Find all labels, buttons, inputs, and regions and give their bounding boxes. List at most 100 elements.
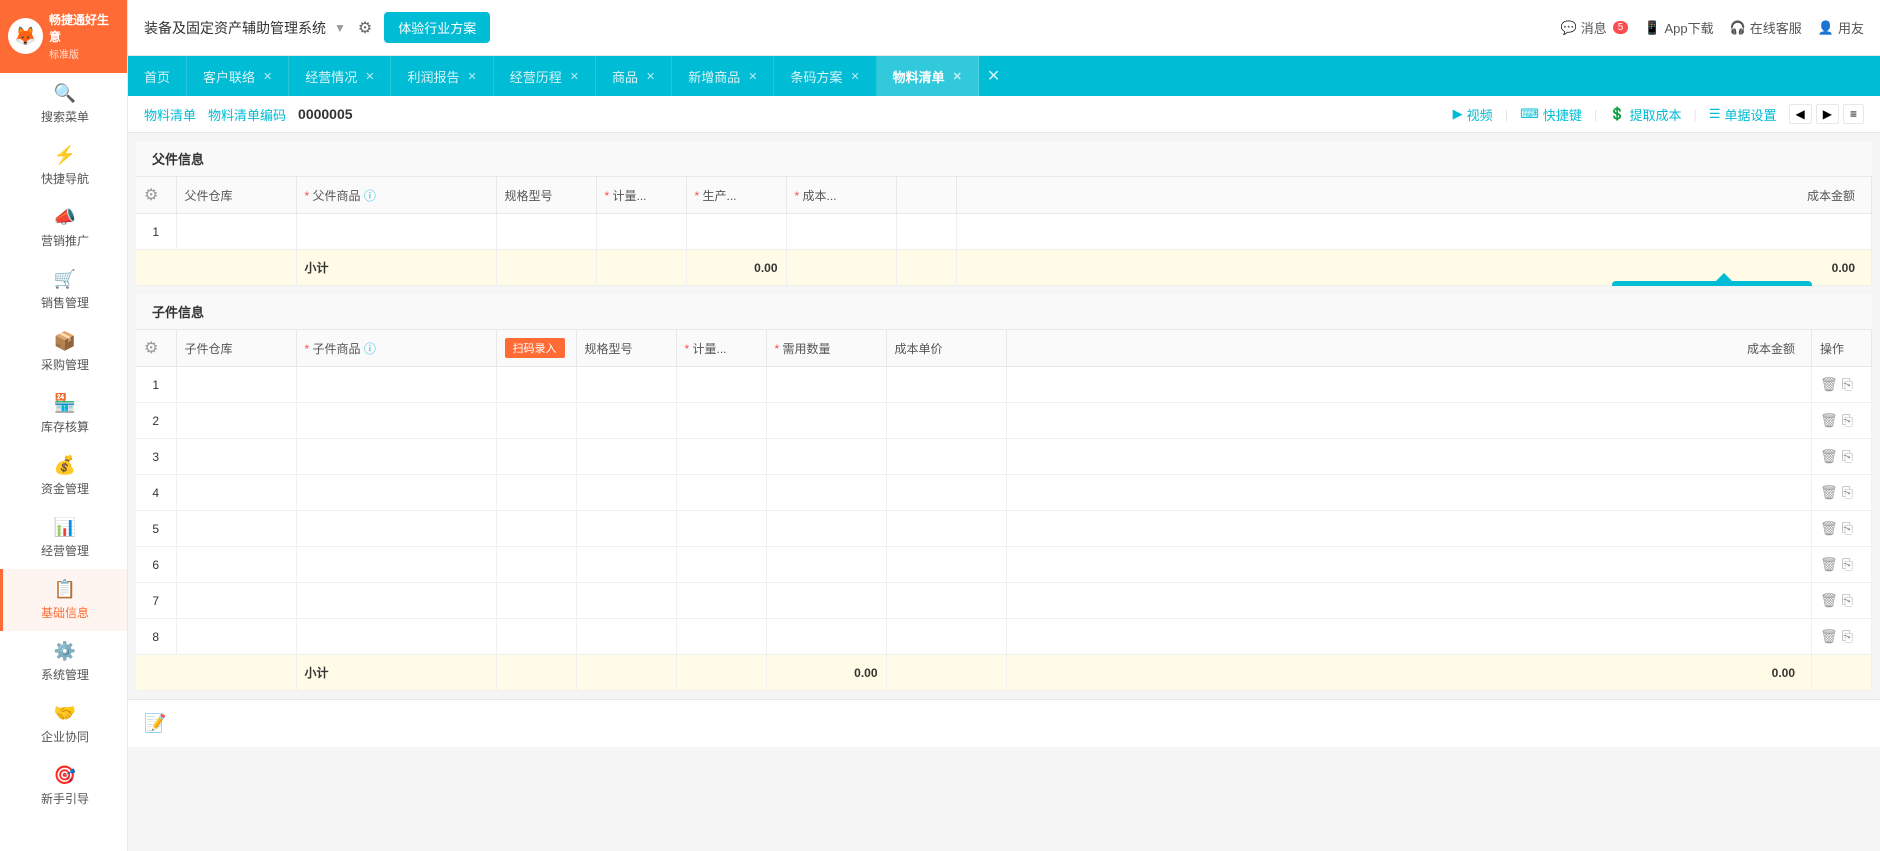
tooltip-close-button[interactable]: ✕ bbox=[1796, 285, 1806, 286]
sidebar-item-system[interactable]: ⚙️ 系统管理 bbox=[0, 631, 127, 693]
delete-row-button-8[interactable]: 🗑 bbox=[1820, 628, 1838, 645]
copy-row-button-4[interactable]: ⎘ bbox=[1842, 484, 1853, 501]
child-product-cell-2[interactable] bbox=[296, 403, 496, 439]
online-service-button[interactable]: 🎧 在线客服 bbox=[1730, 18, 1802, 37]
copy-row-button-7[interactable]: ⎘ bbox=[1842, 592, 1853, 609]
tab-product-close[interactable]: ✕ bbox=[646, 70, 655, 83]
parent-spec-cell[interactable] bbox=[496, 214, 596, 250]
copy-row-button-8[interactable]: ⎘ bbox=[1842, 628, 1853, 645]
child-spec-cell-2[interactable] bbox=[576, 403, 676, 439]
sidebar-item-basic[interactable]: 📋 基础信息 bbox=[0, 569, 127, 631]
child-unit-cell-4[interactable] bbox=[676, 475, 766, 511]
child-spec-cell-4[interactable] bbox=[576, 475, 676, 511]
parent-product-cell[interactable] bbox=[296, 214, 496, 250]
child-warehouse-cell-4[interactable] bbox=[176, 475, 296, 511]
delete-row-button-7[interactable]: 🗑 bbox=[1820, 592, 1838, 609]
child-product-cell-1[interactable] bbox=[296, 367, 496, 403]
child-product-cell-8[interactable] bbox=[296, 619, 496, 655]
child-unit-cell-6[interactable] bbox=[676, 547, 766, 583]
child-spec-cell-6[interactable] bbox=[576, 547, 676, 583]
sidebar-item-operation[interactable]: 📊 经营管理 bbox=[0, 507, 127, 569]
sidebar-item-enterprise[interactable]: 🤝 企业协同 bbox=[0, 693, 127, 755]
child-unit-cell-2[interactable] bbox=[676, 403, 766, 439]
child-product-cell-7[interactable] bbox=[296, 583, 496, 619]
sidebar-item-sales[interactable]: 🛒 销售管理 bbox=[0, 259, 127, 321]
tab-add-product-close[interactable]: ✕ bbox=[748, 70, 757, 83]
delete-row-button-2[interactable]: 🗑 bbox=[1820, 412, 1838, 429]
child-qty-cell-2[interactable] bbox=[766, 403, 886, 439]
tab-bom-close[interactable]: ✕ bbox=[953, 70, 962, 83]
tab-home[interactable]: 首页 bbox=[128, 56, 187, 96]
child-unitcost-cell-5[interactable] bbox=[886, 511, 1006, 547]
child-warehouse-cell-8[interactable] bbox=[176, 619, 296, 655]
breadcrumb-tab[interactable]: 物料清单 bbox=[144, 105, 196, 124]
tab-barcode[interactable]: 条码方案 ✕ bbox=[774, 56, 876, 96]
child-settings-btn[interactable]: ⚙ bbox=[144, 338, 158, 358]
child-qty-cell-5[interactable] bbox=[766, 511, 886, 547]
child-unit-cell-7[interactable] bbox=[676, 583, 766, 619]
child-warehouse-cell-1[interactable] bbox=[176, 367, 296, 403]
delete-row-button-4[interactable]: 🗑 bbox=[1820, 484, 1838, 501]
tab-barcode-close[interactable]: ✕ bbox=[850, 70, 859, 83]
parent-settings-btn[interactable]: ⚙ bbox=[144, 185, 158, 205]
child-qty-cell-7[interactable] bbox=[766, 583, 886, 619]
list-view-button[interactable]: ≡ bbox=[1843, 104, 1864, 124]
copy-row-button-1[interactable]: ⎘ bbox=[1842, 376, 1853, 393]
child-unit-cell-1[interactable] bbox=[676, 367, 766, 403]
scan-input-button[interactable]: 扫码录入 bbox=[505, 338, 565, 358]
child-unit-cell-3[interactable] bbox=[676, 439, 766, 475]
delete-row-button-1[interactable]: 🗑 bbox=[1820, 376, 1838, 393]
tab-operation[interactable]: 经营情况 ✕ bbox=[289, 56, 391, 96]
next-page-button[interactable]: ▶ bbox=[1816, 104, 1839, 124]
prev-page-button[interactable]: ◀ bbox=[1789, 104, 1812, 124]
child-warehouse-cell-6[interactable] bbox=[176, 547, 296, 583]
app-download-button[interactable]: 📱 App下载 bbox=[1644, 18, 1713, 37]
tab-profit[interactable]: 利润报告 ✕ bbox=[391, 56, 493, 96]
child-product-cell-5[interactable] bbox=[296, 511, 496, 547]
parent-warehouse-cell[interactable] bbox=[176, 214, 296, 250]
delete-row-button-5[interactable]: 🗑 bbox=[1820, 520, 1838, 537]
single-settings-action[interactable]: ☰ 单据设置 bbox=[1709, 105, 1777, 124]
view-action[interactable]: ▶ 视频 bbox=[1453, 105, 1493, 124]
tab-customer[interactable]: 客户联络 ✕ bbox=[187, 56, 289, 96]
child-spec-cell-7[interactable] bbox=[576, 583, 676, 619]
child-spec-cell-8[interactable] bbox=[576, 619, 676, 655]
child-unitcost-cell-1[interactable] bbox=[886, 367, 1006, 403]
tab-customer-close[interactable]: ✕ bbox=[263, 70, 272, 83]
child-warehouse-cell-5[interactable] bbox=[176, 511, 296, 547]
tab-add-product[interactable]: 新增商品 ✕ bbox=[672, 56, 774, 96]
sidebar-item-guide[interactable]: 🎯 新手引导 bbox=[0, 755, 127, 817]
copy-row-button-3[interactable]: ⎘ bbox=[1842, 448, 1853, 465]
shortcut-action[interactable]: ⌨ 快捷键 bbox=[1520, 105, 1582, 124]
child-unitcost-cell-2[interactable] bbox=[886, 403, 1006, 439]
sidebar-item-finance[interactable]: 💰 资金管理 bbox=[0, 445, 127, 507]
tab-bom[interactable]: 物料清单 ✕ bbox=[877, 56, 979, 96]
child-qty-cell-6[interactable] bbox=[766, 547, 886, 583]
delete-row-button-6[interactable]: 🗑 bbox=[1820, 556, 1838, 573]
child-qty-cell-3[interactable] bbox=[766, 439, 886, 475]
parent-unit-cell[interactable] bbox=[596, 214, 686, 250]
copy-row-button-2[interactable]: ⎘ bbox=[1842, 412, 1853, 429]
tab-history-close[interactable]: ✕ bbox=[570, 70, 579, 83]
tab-profit-close[interactable]: ✕ bbox=[468, 70, 477, 83]
child-unitcost-cell-4[interactable] bbox=[886, 475, 1006, 511]
child-unit-cell-8[interactable] bbox=[676, 619, 766, 655]
child-unitcost-cell-3[interactable] bbox=[886, 439, 1006, 475]
extract-cost-action[interactable]: 💲 提取成本 bbox=[1609, 105, 1681, 124]
message-button[interactable]: 💬 消息 5 bbox=[1561, 18, 1629, 37]
close-all-tabs-button[interactable]: ✕ bbox=[979, 66, 1008, 86]
child-unitcost-cell-8[interactable] bbox=[886, 619, 1006, 655]
child-product-cell-6[interactable] bbox=[296, 547, 496, 583]
settings-button[interactable]: ⚙ bbox=[354, 14, 376, 42]
child-warehouse-cell-7[interactable] bbox=[176, 583, 296, 619]
child-qty-cell-8[interactable] bbox=[766, 619, 886, 655]
tab-product[interactable]: 商品 ✕ bbox=[596, 56, 672, 96]
sidebar-item-inventory[interactable]: 🏪 库存核算 bbox=[0, 383, 127, 445]
child-spec-cell-5[interactable] bbox=[576, 511, 676, 547]
experience-button[interactable]: 体验行业方案 bbox=[384, 12, 490, 43]
child-unit-cell-5[interactable] bbox=[676, 511, 766, 547]
sidebar-item-purchase[interactable]: 📦 采购管理 bbox=[0, 321, 127, 383]
child-spec-cell-3[interactable] bbox=[576, 439, 676, 475]
child-warehouse-cell-3[interactable] bbox=[176, 439, 296, 475]
tab-history[interactable]: 经营历程 ✕ bbox=[494, 56, 596, 96]
